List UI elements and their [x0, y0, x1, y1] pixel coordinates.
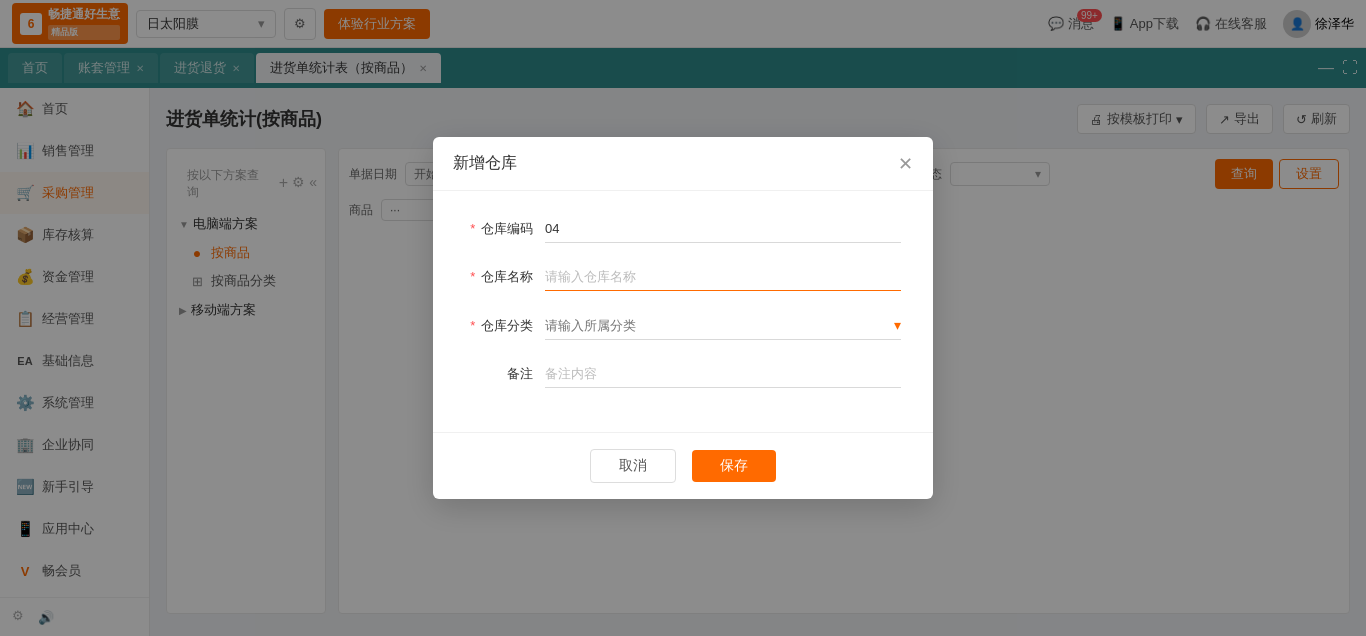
category-label: * 仓库分类: [465, 317, 545, 335]
name-input[interactable]: [545, 263, 901, 291]
category-chevron-icon[interactable]: ▾: [894, 317, 901, 333]
modal-body: * 仓库编码 * 仓库名称 * 仓库分类: [433, 191, 933, 432]
remark-input[interactable]: [545, 360, 901, 388]
add-warehouse-modal: 新增仓库 ✕ * 仓库编码 * 仓库名称: [433, 137, 933, 499]
save-button[interactable]: 保存: [692, 450, 776, 482]
required-star-name: *: [470, 269, 475, 284]
modal-footer: 取消 保存: [433, 432, 933, 499]
modal-title: 新增仓库: [453, 153, 517, 174]
remark-label: 备注: [465, 365, 545, 383]
modal-overlay[interactable]: 新增仓库 ✕ * 仓库编码 * 仓库名称: [0, 0, 1366, 636]
form-row-category: * 仓库分类 ▾: [465, 311, 901, 340]
category-input[interactable]: [545, 318, 894, 333]
code-input[interactable]: [545, 215, 901, 243]
name-label: * 仓库名称: [465, 268, 545, 286]
modal-header: 新增仓库 ✕: [433, 137, 933, 191]
form-row-name: * 仓库名称: [465, 263, 901, 291]
category-select-wrap: ▾: [545, 311, 901, 340]
form-row-code: * 仓库编码: [465, 215, 901, 243]
cancel-button[interactable]: 取消: [590, 449, 676, 483]
modal-close-btn[interactable]: ✕: [898, 155, 913, 173]
required-star: *: [470, 221, 475, 236]
required-star-cat: *: [470, 318, 475, 333]
form-row-remark: 备注: [465, 360, 901, 388]
code-label: * 仓库编码: [465, 220, 545, 238]
